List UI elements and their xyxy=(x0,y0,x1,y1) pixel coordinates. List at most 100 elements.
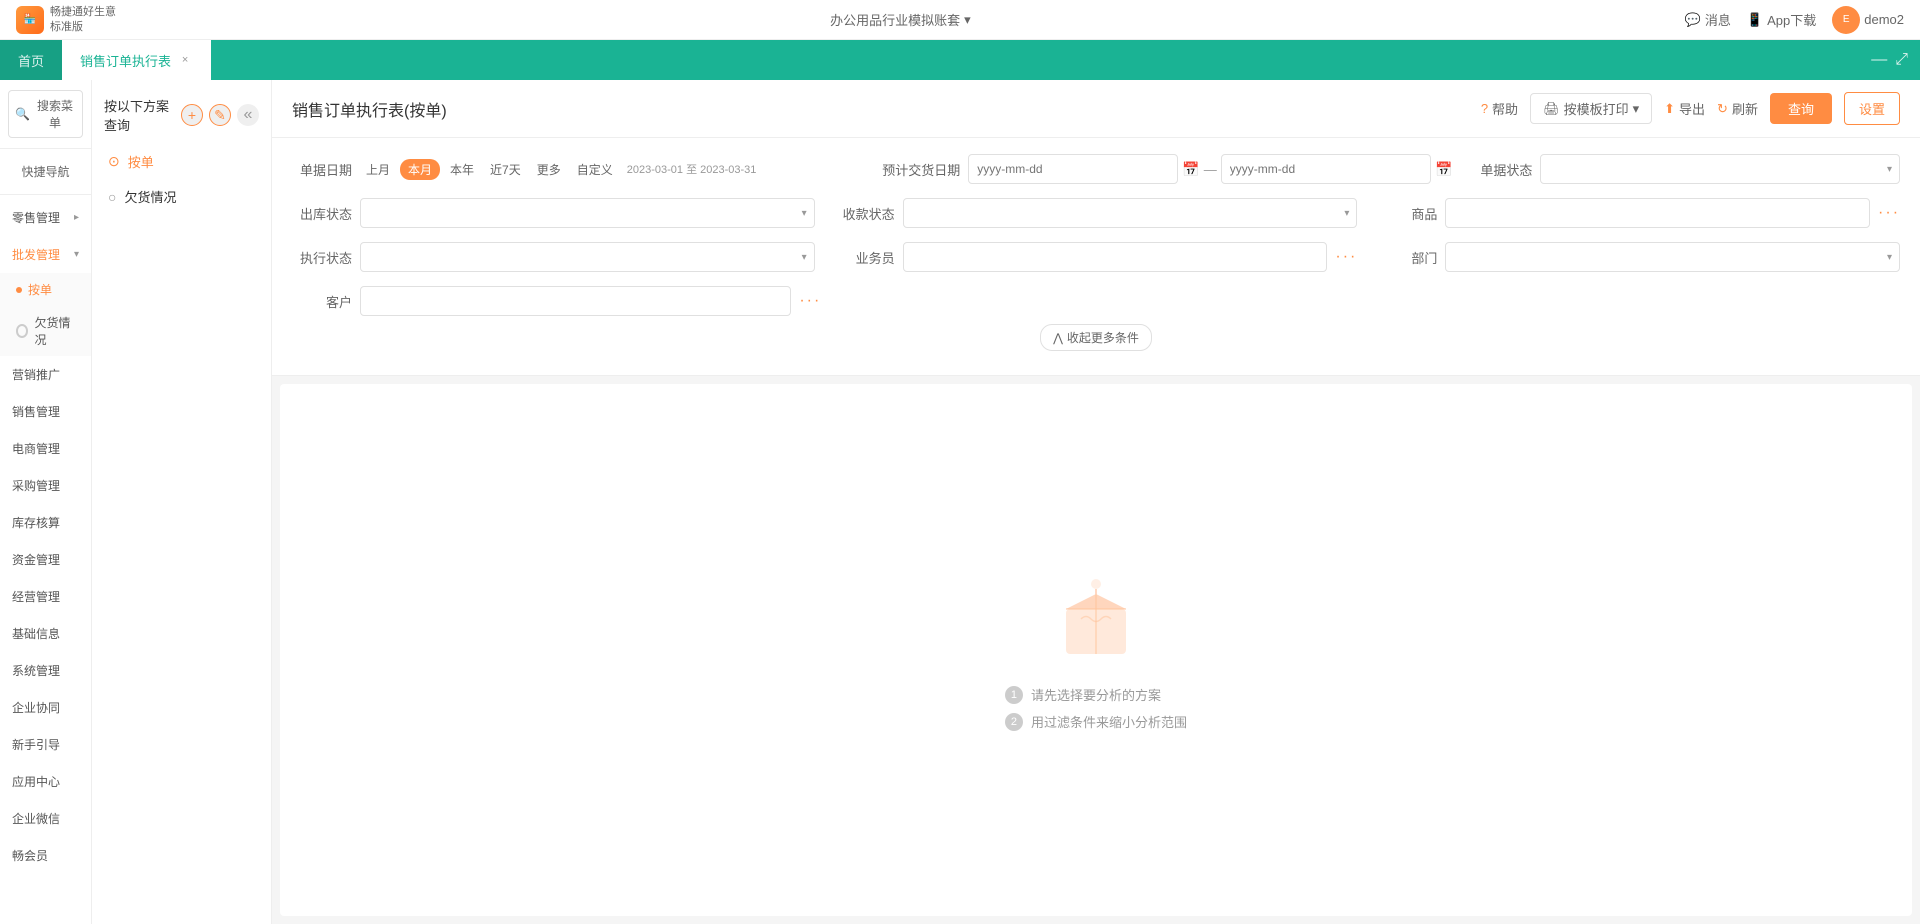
app-download-btn[interactable]: 📱 App下载 xyxy=(1747,10,1816,29)
expected-date-label: 预计交货日期 xyxy=(882,160,960,179)
sidebar-item-app-center[interactable]: 应用中心 xyxy=(0,763,91,800)
logo-text: 畅捷通好生意 标准版 xyxy=(50,5,116,34)
quick-date-more[interactable]: 更多 xyxy=(531,159,567,180)
sidebar-item-operation[interactable]: 经营管理 xyxy=(0,578,91,615)
print-chevron-icon: ▾ xyxy=(1633,101,1640,117)
filter-field-customer: 客户 ··· xyxy=(292,286,821,316)
calendar-end-icon[interactable]: 📅 xyxy=(1435,161,1452,178)
refresh-btn[interactable]: ↻ 刷新 xyxy=(1717,99,1758,118)
tip-num-1: 1 xyxy=(1005,686,1023,704)
content: 按以下方案查询 + ✎ « ⊙ 按单 ○ 欠货情况 销售订单执行表(按单) xyxy=(92,80,1920,924)
quick-date-custom[interactable]: 自定义 xyxy=(571,159,619,180)
main-panel: 销售订单执行表(按单) ? 帮助 🖨 按模板打印 ▾ ⬆ 导出 xyxy=(272,80,1920,924)
page-selector-chevron[interactable]: ▾ xyxy=(964,12,971,28)
sidebar-sub-item-by-order[interactable]: 按单 xyxy=(0,273,91,306)
page-title: 销售订单执行表(按单) xyxy=(292,97,447,121)
receive-status-select-wrap: ▾ xyxy=(903,198,1358,228)
quick-nav-btn[interactable]: 快捷导航 xyxy=(0,155,91,188)
print-btn[interactable]: 🖨 按模板打印 ▾ xyxy=(1530,93,1652,124)
status-select[interactable] xyxy=(1540,154,1900,184)
status-select-wrap: ▾ xyxy=(1540,154,1900,184)
topbar-left: 🏪 畅捷通好生意 标准版 xyxy=(16,5,116,34)
tab-home[interactable]: 首页 xyxy=(0,40,62,80)
customer-label: 客户 xyxy=(292,292,352,311)
sidebar-item-marketing[interactable]: 营销推广 xyxy=(0,356,91,393)
empty-box-icon xyxy=(1046,569,1146,669)
tab-close-btn[interactable]: × xyxy=(177,52,193,68)
quick-nav: 快捷导航 xyxy=(0,149,91,195)
customer-input[interactable] xyxy=(360,286,791,316)
content-area: 1 请先选择要分析的方案 2 用过滤条件来缩小分析范围 xyxy=(280,384,1912,916)
page-selector-label: 办公用品行业模拟账套 xyxy=(830,10,960,29)
help-icon: ? xyxy=(1481,101,1488,116)
quick-date-this-month[interactable]: 本月 xyxy=(400,159,440,180)
sidebar-item-wholesale[interactable]: 批发管理 ▾ xyxy=(0,236,91,273)
search-icon: 🔍 xyxy=(15,107,30,121)
filter-edit-btn[interactable]: ✎ xyxy=(209,104,231,126)
quick-date-7-days[interactable]: 近7天 xyxy=(484,159,527,180)
exec-status-select[interactable] xyxy=(360,242,815,272)
goods-more-btn[interactable]: ··· xyxy=(1878,204,1900,222)
filter-collapse-btn[interactable]: « xyxy=(237,104,259,126)
filter-add-btn[interactable]: + xyxy=(181,104,203,126)
search-btn[interactable]: 查询 xyxy=(1770,93,1832,124)
sidebar-item-finance[interactable]: 资金管理 xyxy=(0,541,91,578)
sidebar-sub-item-shortage[interactable]: 欠货情况 xyxy=(0,306,91,356)
main-layout: 🔍 搜索菜单 快捷导航 零售管理 ▸ 批发管理 ▾ 按单 xyxy=(0,80,1920,924)
sidebar-item-guide[interactable]: 新手引导 xyxy=(0,726,91,763)
search-menu-btn[interactable]: 🔍 搜索菜单 xyxy=(8,90,83,138)
empty-tip-2: 2 用过滤条件来缩小分析范围 xyxy=(1005,712,1187,731)
settings-btn[interactable]: 设置 xyxy=(1844,92,1900,125)
sidebar-item-purchase[interactable]: 采购管理 xyxy=(0,467,91,504)
sidebar-item-basic[interactable]: 基础信息 xyxy=(0,615,91,652)
sidebar: 🔍 搜索菜单 快捷导航 零售管理 ▸ 批发管理 ▾ 按单 xyxy=(0,80,92,924)
page-header: 销售订单执行表(按单) ? 帮助 🖨 按模板打印 ▾ ⬆ 导出 xyxy=(272,80,1920,138)
sidebar-item-collab[interactable]: 企业协同 xyxy=(0,689,91,726)
sidebar-item-sales[interactable]: 销售管理 xyxy=(0,393,91,430)
salesman-label: 业务员 xyxy=(835,248,895,267)
tab-sales-order[interactable]: 销售订单执行表 × xyxy=(62,40,211,80)
sidebar-item-inventory[interactable]: 库存核算 xyxy=(0,504,91,541)
expected-date-start-input[interactable] xyxy=(968,154,1178,184)
tip-text-1: 请先选择要分析的方案 xyxy=(1031,685,1161,704)
filter-field-goods: 商品 ··· xyxy=(1377,198,1900,228)
message-label: 消息 xyxy=(1705,10,1731,29)
message-btn[interactable]: 💬 消息 xyxy=(1685,10,1731,29)
tab-minimize-btn[interactable]: — xyxy=(1871,51,1887,69)
dept-select[interactable] xyxy=(1445,242,1900,272)
filter-panel-actions: + ✎ « xyxy=(181,104,259,126)
filter-item-by-order[interactable]: ⊙ 按单 xyxy=(92,144,271,179)
quick-date-last-month[interactable]: 上月 xyxy=(360,159,396,180)
logo-area: 🏪 畅捷通好生意 标准版 xyxy=(16,5,116,34)
salesman-more-btn[interactable]: ··· xyxy=(1335,248,1357,266)
sidebar-sub-wholesale: 按单 欠货情况 xyxy=(0,273,91,356)
collapse-bar: ⋀ 收起更多条件 xyxy=(292,316,1900,359)
receive-status-select[interactable] xyxy=(903,198,1358,228)
sidebar-item-retail[interactable]: 零售管理 ▸ xyxy=(0,199,91,236)
quick-date-this-year[interactable]: 本年 xyxy=(444,159,480,180)
sidebar-item-system[interactable]: 系统管理 xyxy=(0,652,91,689)
out-status-select[interactable] xyxy=(360,198,815,228)
filter-field-salesman: 业务员 ··· xyxy=(835,242,1358,272)
user-area[interactable]: E demo2 xyxy=(1832,6,1904,34)
topbar-center: 办公用品行业模拟账套 ▾ xyxy=(830,10,971,29)
filter-active-icon: ⊙ xyxy=(108,153,120,170)
sidebar-item-member[interactable]: 畅会员 xyxy=(0,837,91,874)
help-btn[interactable]: ? 帮助 xyxy=(1481,99,1518,118)
nav-tabs: 首页 销售订单执行表 × — ⤢ xyxy=(0,40,1920,80)
salesman-input[interactable] xyxy=(903,242,1328,272)
calendar-start-icon[interactable]: 📅 xyxy=(1182,161,1199,178)
filter-item-shortage[interactable]: ○ 欠货情况 xyxy=(92,179,271,214)
sidebar-item-wechat[interactable]: 企业微信 xyxy=(0,800,91,837)
sidebar-item-ecommerce[interactable]: 电商管理 xyxy=(0,430,91,467)
topbar-right: 💬 消息 📱 App下载 E demo2 xyxy=(1685,6,1904,34)
export-btn[interactable]: ⬆ 导出 xyxy=(1664,99,1705,118)
collapse-more-btn[interactable]: ⋀ 收起更多条件 xyxy=(1040,324,1152,351)
expected-date-end-input[interactable] xyxy=(1221,154,1431,184)
tab-maximize-btn[interactable]: ⤢ xyxy=(1895,51,1908,69)
customer-more-btn[interactable]: ··· xyxy=(799,292,821,310)
tip-text-2: 用过滤条件来缩小分析范围 xyxy=(1031,712,1187,731)
goods-input[interactable] xyxy=(1445,198,1870,228)
page-header-actions: ? 帮助 🖨 按模板打印 ▾ ⬆ 导出 ↻ 刷新 xyxy=(1481,92,1900,125)
export-icon: ⬆ xyxy=(1664,101,1675,117)
